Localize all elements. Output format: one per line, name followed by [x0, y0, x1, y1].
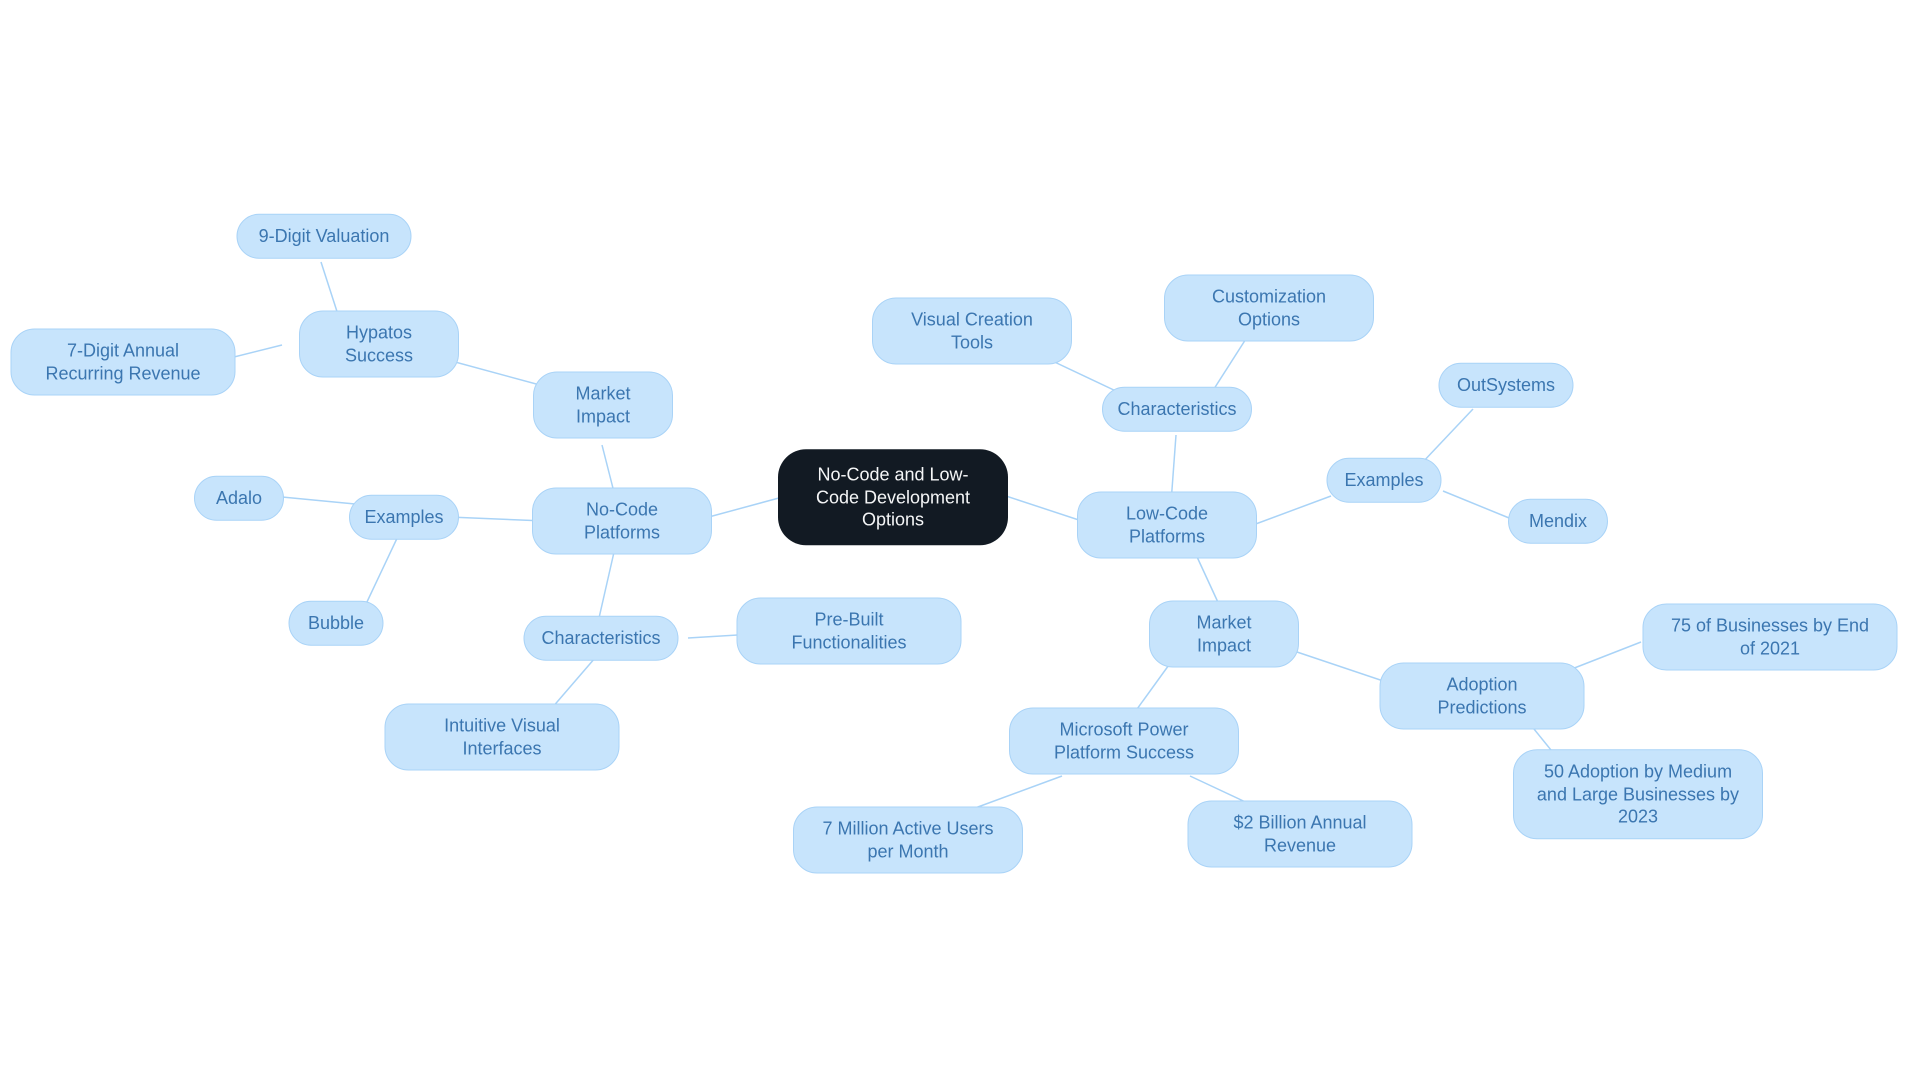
nocode-market-impact-label: Market Impact — [554, 383, 652, 428]
root-label: No-Code and Low-Code Development Options — [804, 463, 982, 531]
node-9digit[interactable]: 9-Digit Valuation — [237, 214, 412, 259]
leaf-9digit: 9-Digit Valuation — [259, 225, 390, 248]
node-adalo[interactable]: Adalo — [194, 476, 284, 521]
leaf-mendix: Mendix — [1529, 510, 1587, 533]
node-customization[interactable]: Customization Options — [1164, 275, 1374, 342]
node-lowcode-examples[interactable]: Examples — [1327, 458, 1442, 503]
root-node[interactable]: No-Code and Low-Code Development Options — [778, 449, 1008, 545]
node-2b-revenue[interactable]: $2 Billion Annual Revenue — [1188, 801, 1413, 868]
node-7digit-arr[interactable]: 7-Digit Annual Recurring Revenue — [11, 329, 236, 396]
node-nocode[interactable]: No-Code Platforms — [532, 488, 712, 555]
node-mendix[interactable]: Mendix — [1508, 499, 1608, 544]
node-nocode-market-impact[interactable]: Market Impact — [533, 372, 673, 439]
microsoft-label: Microsoft Power Platform Success — [1030, 719, 1218, 764]
node-nocode-characteristics[interactable]: Characteristics — [524, 616, 679, 661]
lowcode-label: Low-Code Platforms — [1098, 503, 1236, 548]
lowcode-market-impact-label: Market Impact — [1170, 612, 1278, 657]
lowcode-examples-label: Examples — [1344, 469, 1423, 492]
mindmap-canvas: No-Code and Low-Code Development Options… — [0, 0, 1920, 1083]
leaf-intuitive-visual: Intuitive Visual Interfaces — [406, 715, 599, 760]
node-lowcode[interactable]: Low-Code Platforms — [1077, 492, 1257, 559]
adoption-label: Adoption Predictions — [1401, 674, 1564, 719]
leaf-75pct: 75 of Businesses by End of 2021 — [1664, 615, 1877, 660]
nocode-examples-label: Examples — [364, 506, 443, 529]
hypatos-label: Hypatos Success — [320, 322, 438, 367]
node-lowcode-market-impact[interactable]: Market Impact — [1149, 601, 1299, 668]
node-visual-tools[interactable]: Visual Creation Tools — [872, 298, 1072, 365]
node-microsoft-success[interactable]: Microsoft Power Platform Success — [1009, 708, 1239, 775]
leaf-7digit-arr: 7-Digit Annual Recurring Revenue — [32, 340, 215, 385]
leaf-prebuilt: Pre-Built Functionalities — [758, 609, 941, 654]
node-75pct[interactable]: 75 of Businesses by End of 2021 — [1643, 604, 1898, 671]
node-hypatos[interactable]: Hypatos Success — [299, 311, 459, 378]
node-adoption-predictions[interactable]: Adoption Predictions — [1380, 663, 1585, 730]
leaf-2b-revenue: $2 Billion Annual Revenue — [1209, 812, 1392, 857]
leaf-outsystems: OutSystems — [1457, 374, 1555, 397]
node-prebuilt[interactable]: Pre-Built Functionalities — [737, 598, 962, 665]
node-7m-users[interactable]: 7 Million Active Users per Month — [793, 807, 1023, 874]
leaf-visual-tools: Visual Creation Tools — [893, 309, 1051, 354]
leaf-adalo: Adalo — [216, 487, 262, 510]
leaf-7m-users: 7 Million Active Users per Month — [814, 818, 1002, 863]
node-bubble[interactable]: Bubble — [289, 601, 384, 646]
node-lowcode-characteristics[interactable]: Characteristics — [1102, 387, 1252, 432]
node-50pct[interactable]: 50 Adoption by Medium and Large Business… — [1513, 749, 1763, 839]
nocode-label: No-Code Platforms — [553, 499, 691, 544]
node-outsystems[interactable]: OutSystems — [1439, 363, 1574, 408]
leaf-50pct: 50 Adoption by Medium and Large Business… — [1534, 760, 1742, 828]
node-intuitive-visual[interactable]: Intuitive Visual Interfaces — [385, 704, 620, 771]
node-nocode-examples[interactable]: Examples — [349, 495, 459, 540]
lowcode-characteristics-label: Characteristics — [1117, 398, 1236, 421]
leaf-customization: Customization Options — [1185, 286, 1353, 331]
nocode-characteristics-label: Characteristics — [541, 627, 660, 650]
leaf-bubble: Bubble — [308, 612, 364, 635]
